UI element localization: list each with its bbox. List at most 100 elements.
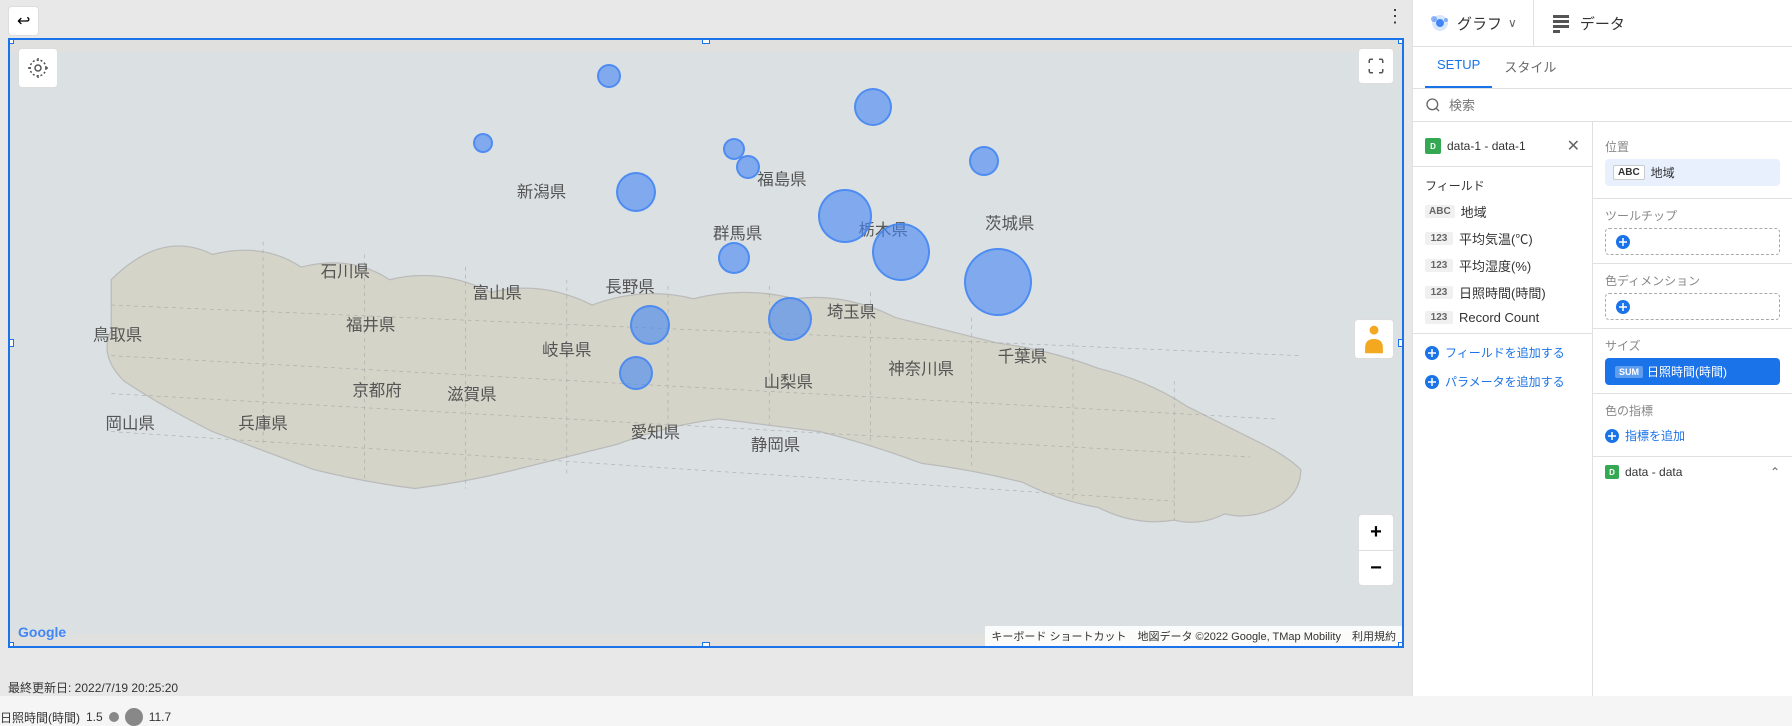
location-button[interactable] — [18, 48, 58, 88]
color-dim-add-icon — [1616, 300, 1630, 314]
bubble-8 — [818, 189, 872, 243]
color-indicator-label: 色の指標 — [1605, 402, 1780, 419]
tooltip-add-button[interactable] — [1605, 228, 1780, 255]
search-input[interactable] — [1449, 98, 1780, 113]
bubbles-container — [10, 40, 1402, 646]
graph-tab-chevron: ∨ — [1508, 16, 1517, 30]
size-section: サイズ SUM 日照時間(時間) — [1593, 333, 1792, 389]
search-icon — [1425, 97, 1441, 113]
tab-graph[interactable]: グラフ ∨ — [1413, 0, 1534, 46]
handle-top-left[interactable] — [8, 38, 14, 44]
undo-button[interactable]: ↩ — [8, 6, 39, 36]
position-field[interactable]: ABC 地域 — [1605, 159, 1780, 186]
tooltip-label: ツールチップ — [1605, 207, 1780, 224]
data-icon — [1550, 12, 1572, 34]
bubble-13 — [630, 305, 670, 345]
right-panel: グラフ ∨ データ SETUP スタイル — [1412, 0, 1792, 696]
field-type-123-3: 123 — [1425, 286, 1453, 299]
position-field-badge: ABC — [1613, 165, 1645, 180]
add-indicator-label: 指標を追加 — [1625, 427, 1685, 444]
divider-7 — [1593, 456, 1792, 457]
handle-bottom-right[interactable] — [1398, 642, 1404, 648]
panel-content: D data-1 - data-1 ✕ フィールド ABC 地域 123 平均気… — [1413, 122, 1792, 696]
bubble-9 — [718, 242, 750, 274]
zoom-in-button[interactable]: + — [1358, 514, 1394, 550]
fullscreen-button[interactable] — [1358, 48, 1394, 84]
graph-tab-label: グラフ — [1457, 13, 1502, 34]
tab-data[interactable]: データ — [1534, 0, 1641, 46]
size-label: サイズ — [1605, 337, 1780, 354]
bubble-1 — [597, 64, 621, 88]
field-item-sunshine[interactable]: 123 日照時間(時間) — [1413, 279, 1592, 306]
search-bar — [1413, 89, 1792, 122]
data-source-close-button[interactable]: ✕ — [1567, 136, 1580, 156]
handle-top-mid[interactable] — [702, 38, 710, 44]
data-source-name: data-1 - data-1 — [1447, 139, 1561, 153]
handle-mid-right[interactable] — [1398, 339, 1404, 347]
handle-top-right[interactable] — [1398, 38, 1404, 44]
fields-section-header: フィールド — [1413, 171, 1592, 198]
field-item-humidity[interactable]: 123 平均湿度(%) — [1413, 252, 1592, 279]
sum-badge: SUM — [1615, 366, 1643, 378]
map-frame: 新潟県 福島県 栃木県 茨城県 群馬県 埼玉県 千葉県 神奈川県 山梨県 長野県… — [8, 38, 1404, 648]
size-field[interactable]: SUM 日照時間(時間) — [1605, 358, 1780, 385]
person-button[interactable] — [1354, 319, 1394, 359]
add-param-icon — [1425, 375, 1439, 389]
tab-style[interactable]: スタイル — [1492, 47, 1568, 88]
divider-4 — [1593, 263, 1792, 264]
bubble-6 — [616, 172, 656, 212]
panel-tabs: グラフ ∨ データ — [1413, 0, 1792, 47]
last-updated-text: 最終更新日: 2022/7/19 20:25:20 — [8, 679, 178, 696]
divider-2 — [1413, 333, 1592, 334]
position-section: 位置 ABC 地域 — [1593, 130, 1792, 194]
divider-5 — [1593, 328, 1792, 329]
tab-setup[interactable]: SETUP — [1425, 47, 1492, 88]
add-field-button[interactable]: フィールドを追加する — [1413, 338, 1592, 367]
bottom-ds-icon: D — [1605, 465, 1619, 479]
fields-column: D data-1 - data-1 ✕ フィールド ABC 地域 123 平均気… — [1413, 122, 1593, 696]
bottom-ds-name: data - data — [1625, 465, 1682, 479]
legend-dot-large — [125, 708, 143, 726]
legend-min: 1.5 — [86, 710, 103, 724]
tooltip-add-icon — [1616, 235, 1630, 249]
handle-bottom-left[interactable] — [8, 642, 14, 648]
map-legend: 日照時間(時間) 1.5 11.7 — [0, 708, 171, 726]
legend-label: 日照時間(時間) — [0, 709, 80, 726]
handle-bottom-mid[interactable] — [702, 642, 710, 648]
position-field-value: 地域 — [1651, 164, 1675, 181]
setup-style-tabs: SETUP スタイル — [1413, 47, 1792, 89]
color-dim-label: 色ディメンション — [1605, 272, 1780, 289]
field-type-123-1: 123 — [1425, 232, 1453, 245]
field-name-2: 平均気温(℃) — [1459, 229, 1533, 248]
legend-max: 11.7 — [149, 710, 171, 724]
bubble-2 — [854, 88, 892, 126]
field-item-temp[interactable]: 123 平均気温(℃) — [1413, 225, 1592, 252]
divider-1 — [1413, 166, 1592, 167]
bubble-10 — [872, 223, 930, 281]
bottom-data-source-item[interactable]: D data - data ⌃ — [1605, 465, 1780, 479]
bubble-14 — [619, 356, 653, 390]
field-name-1: 地域 — [1461, 202, 1487, 221]
graph-icon — [1429, 12, 1451, 34]
more-options-button[interactable]: ⋮ — [1386, 6, 1404, 27]
add-indicator-icon — [1605, 429, 1619, 443]
divider-6 — [1593, 393, 1792, 394]
field-item-record-count[interactable]: 123 Record Count — [1413, 306, 1592, 329]
bubble-4 — [969, 146, 999, 176]
data-tab-label: データ — [1580, 13, 1625, 34]
color-dimension-section: 色ディメンション — [1593, 268, 1792, 324]
svg-text:D: D — [1609, 468, 1615, 477]
field-type-123-2: 123 — [1425, 259, 1453, 272]
zoom-out-button[interactable]: − — [1358, 550, 1394, 586]
field-item-chiki[interactable]: ABC 地域 — [1413, 198, 1592, 225]
field-name-4: 日照時間(時間) — [1459, 283, 1546, 302]
add-field-label: フィールドを追加する — [1445, 344, 1565, 361]
handle-mid-left[interactable] — [8, 339, 14, 347]
field-name-5: Record Count — [1459, 310, 1539, 325]
add-indicator-button[interactable]: 指標を追加 — [1605, 423, 1780, 448]
bubble-7 — [736, 155, 760, 179]
add-parameter-button[interactable]: パラメータを追加する — [1413, 367, 1592, 396]
bottom-ds-chevron: ⌃ — [1770, 465, 1780, 479]
color-dim-add-button[interactable] — [1605, 293, 1780, 320]
field-type-123-4: 123 — [1425, 311, 1453, 324]
